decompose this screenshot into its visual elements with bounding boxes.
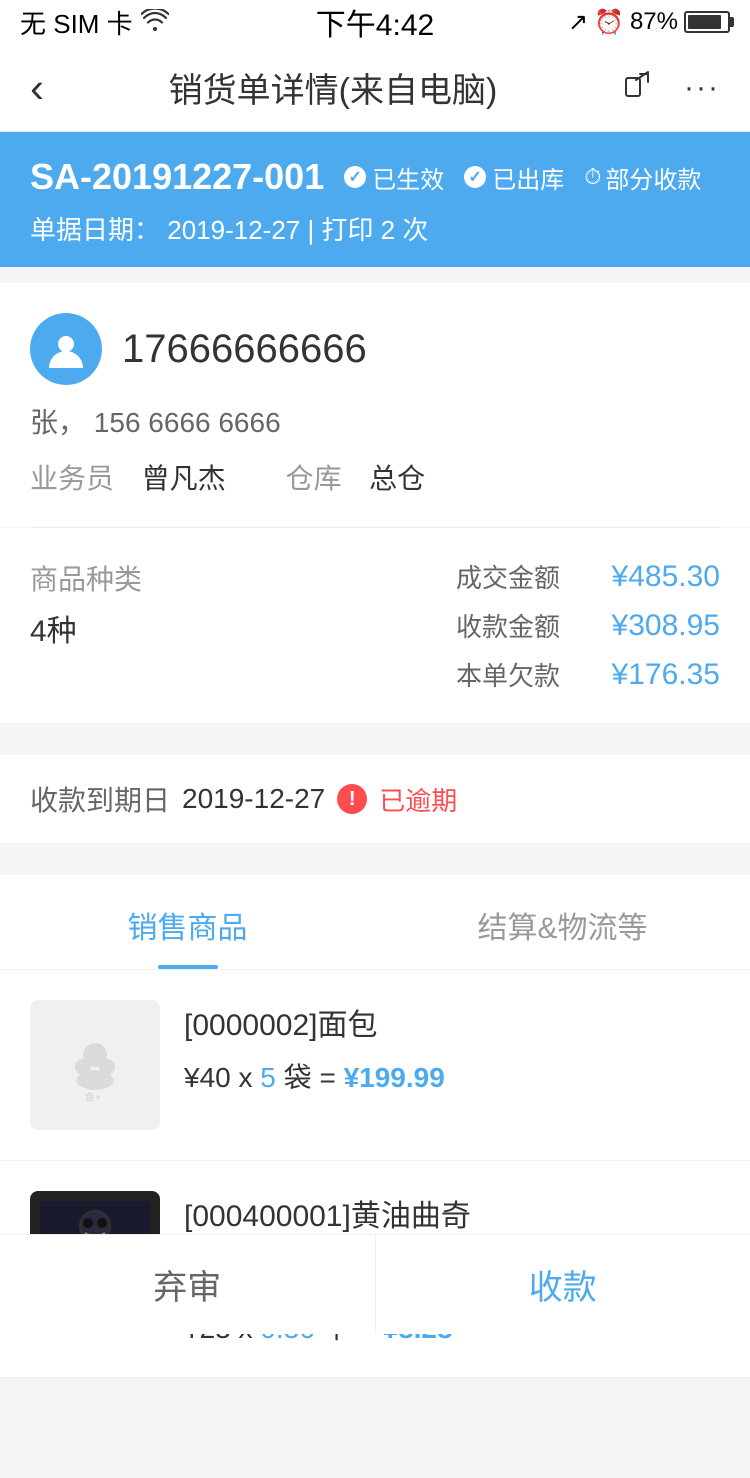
header-banner: SA-20191227-001 ✓ 已生效 ✓ 已出库 ⏱ 部分收款 单据日期：… [0,132,750,267]
customer-meta: 业务员 曾凡杰 仓库 总仓 [30,457,720,497]
warehouse-label: 仓库 [286,463,342,494]
nav-bar: ‹ 销货单详情(来自电脑) ··· [0,44,750,132]
order-id: SA-20191227-001 [30,156,324,198]
banner-row1: SA-20191227-001 ✓ 已生效 ✓ 已出库 ⏱ 部分收款 [30,156,720,198]
customer-sub: 张， 156 6666 6666 [30,401,720,441]
date-label: 单据日期： [30,215,160,245]
product-name-2: [000400001]黄油曲奇 [184,1191,720,1235]
stats-left: 商品种类 4种 [30,558,142,650]
debt-row: 本单欠款 ¥176.35 [456,656,720,693]
warehouse-name: 总仓 [369,463,425,494]
product-item-1: 鱼+ [0000002]面包 ¥40 x 5 袋 = ¥199.99 [0,970,750,1161]
battery-percent: 87% [630,8,678,36]
badge-shipped-label: 已出库 [492,160,564,195]
badge-effective-label: 已生效 [372,160,444,195]
check-icon-1: ✓ [344,166,366,188]
badge-partial: ⏱ 部分收款 [584,160,701,195]
received-value: ¥308.95 [580,609,720,643]
gap-1 [0,723,750,739]
status-time: 下午4:42 [316,0,434,44]
price-unit-1: ¥40 [184,1062,231,1093]
confirm-button[interactable]: 收款 [376,1235,750,1334]
battery-fill [688,15,721,29]
cancel-label: 弃审 [153,1260,221,1309]
amount-value: ¥485.30 [580,560,720,594]
wifi-icon [141,6,169,38]
status-left: 无 SIM 卡 [20,4,169,41]
overdue-label: 收款到期日 [30,779,170,819]
page-title: 销货单详情(来自电脑) [169,63,498,112]
customer-main: 17666666666 [30,313,720,385]
eq-1: = [319,1062,343,1093]
confirm-label: 收款 [529,1260,597,1309]
status-right: ↗ ⏰ 87% [568,8,730,37]
status-bar: 无 SIM 卡 下午4:42 ↗ ⏰ 87% [0,0,750,44]
date-value: 2019-12-27 [167,215,300,245]
amount-label: 成交金额 [456,558,560,595]
stats-right: 成交金额 ¥485.30 收款金额 ¥308.95 本单欠款 ¥176.35 [456,558,720,693]
amount-row: 成交金额 ¥485.30 [456,558,720,595]
customer-section: 17666666666 张， 156 6666 6666 业务员 曾凡杰 仓库 … [0,283,750,527]
tab-sales-label: 销售商品 [128,912,248,945]
print-label: | 打印 2 次 [307,215,428,245]
category-label: 商品种类 [30,558,142,598]
unit-1: 袋 [284,1062,312,1093]
banner-date: 单据日期： 2019-12-27 | 打印 2 次 [30,210,720,247]
bottom-bar: 弃审 收款 [0,1234,750,1334]
sales-name: 曾凡杰 [142,463,226,494]
received-row: 收款金额 ¥308.95 [456,607,720,644]
check-icon-2: ✓ [464,166,486,188]
share-icon[interactable] [622,68,654,108]
alarm-icon: ⏰ [594,8,624,37]
customer-contact-phone: 156 6666 6666 [94,407,281,438]
bottom-space [0,1378,750,1478]
battery-indicator [684,11,730,33]
price-x-1: x [239,1062,261,1093]
badge-partial-label: 部分收款 [605,160,701,195]
tab-settlement[interactable]: 结算&物流等 [375,875,750,969]
stats-section: 商品种类 4种 成交金额 ¥485.30 收款金额 ¥308.95 本单欠款 ¥… [0,528,750,723]
sales-info: 业务员 曾凡杰 [30,457,226,497]
overdue-warning-icon: ! [337,784,367,814]
clock-icon: ⏱ [584,164,601,190]
product-name-1: [0000002]面包 [184,1000,720,1044]
overdue-section: 收款到期日 2019-12-27 ! 已逾期 [0,755,750,843]
total-1: ¥199.99 [344,1062,445,1093]
product-info-1: [0000002]面包 ¥40 x 5 袋 = ¥199.99 [184,1000,720,1096]
more-icon[interactable]: ··· [684,71,720,105]
gap-2 [0,843,750,859]
customer-phone: 17666666666 [122,327,367,372]
cancel-button[interactable]: 弃审 [0,1235,376,1334]
received-label: 收款金额 [456,607,560,644]
category-count: 4种 [30,606,142,650]
tab-sales-products[interactable]: 销售商品 [0,875,375,969]
sales-label: 业务员 [30,463,114,494]
debt-label: 本单欠款 [456,656,560,693]
carrier-text: 无 SIM 卡 [20,4,133,41]
avatar [30,313,102,385]
badge-shipped: ✓ 已出库 [464,160,564,195]
product-price-1: ¥40 x 5 袋 = ¥199.99 [184,1056,720,1096]
tabs-header: 销售商品 结算&物流等 [0,875,750,970]
product-img-1: 鱼+ [30,1000,160,1130]
back-button[interactable]: ‹ [30,64,44,112]
overdue-badge-text: 已逾期 [379,781,457,818]
nav-icons: ··· [622,68,720,108]
overdue-date: 2019-12-27 [182,783,325,815]
debt-value: ¥176.35 [580,658,720,692]
qty-1: 5 [260,1062,276,1093]
badge-effective: ✓ 已生效 [344,160,444,195]
warehouse-info: 仓库 总仓 [286,457,426,497]
gps-icon: ↗ [568,8,588,37]
svg-text:鱼+: 鱼+ [85,1091,101,1104]
customer-name-text: 张， [30,407,86,438]
tab-settlement-label: 结算&物流等 [477,912,647,945]
